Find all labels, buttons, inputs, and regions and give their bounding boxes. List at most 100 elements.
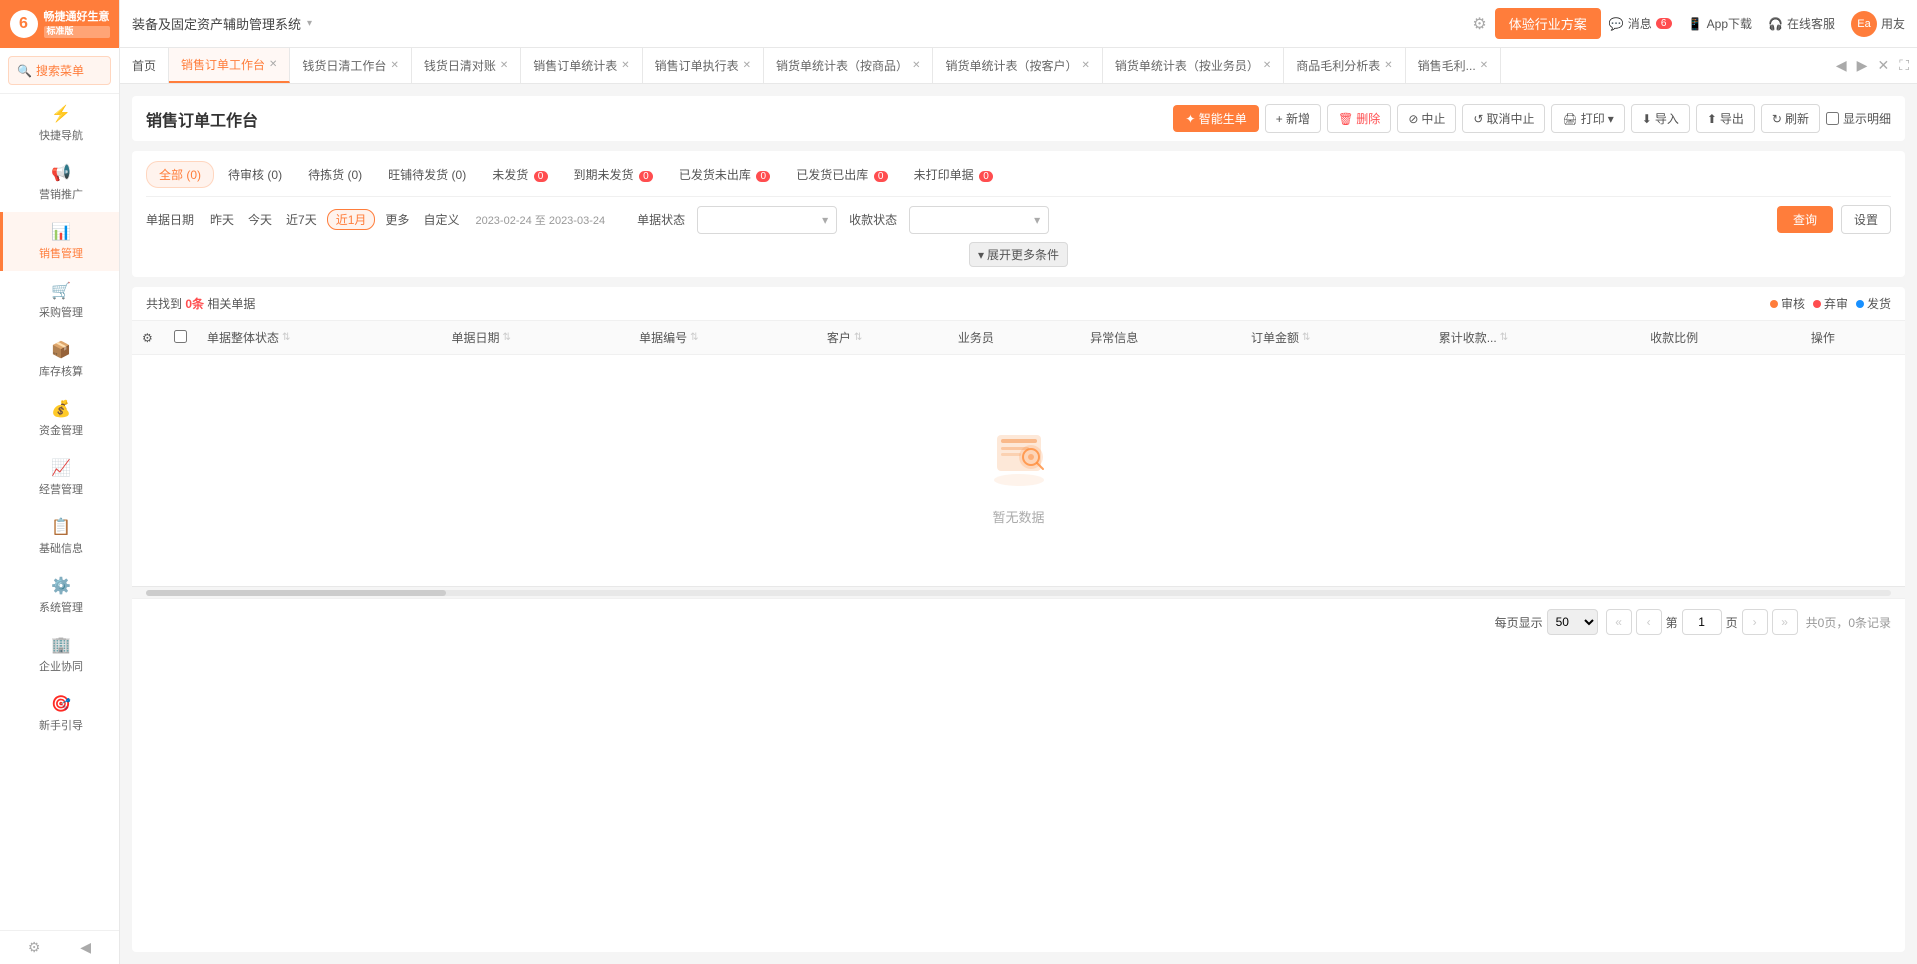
sidebar-item-purchase[interactable]: 🛒 采购管理 — [0, 271, 119, 330]
sidebar-item-operations[interactable]: 📈 经营管理 — [0, 448, 119, 507]
sub-tab-pending-review[interactable]: 待审核 (0) — [216, 162, 294, 187]
prev-page-button[interactable]: ‹ — [1636, 609, 1662, 635]
col-ratio: 收款比例 — [1640, 321, 1801, 355]
per-page-select[interactable]: 50 20 100 — [1547, 609, 1598, 635]
purchase-icon: 🛒 — [51, 281, 71, 301]
payment-select[interactable]: ▾ — [909, 206, 1049, 234]
tab-margin-analysis[interactable]: 商品毛利分析表 ✕ — [1284, 48, 1405, 83]
import-button[interactable]: ⬇ 导入 — [1631, 104, 1690, 133]
scroll-thumb[interactable] — [146, 590, 446, 596]
cancel-stop-button[interactable]: ↺ 取消中止 — [1462, 104, 1545, 133]
date-opt-today[interactable]: 今天 — [244, 209, 276, 230]
sidebar-item-base[interactable]: 📋 基础信息 — [0, 507, 119, 566]
tab-close-sales-stats[interactable]: ✕ — [621, 60, 629, 71]
ship-action-button[interactable]: 发货 — [1856, 295, 1891, 312]
tab-sales-stats[interactable]: 销售订单统计表 ✕ — [521, 48, 642, 83]
sidebar-item-sales[interactable]: 📊 销售管理 — [0, 212, 119, 271]
delete-button[interactable]: 🗑 删除 — [1327, 104, 1391, 133]
page-suffix: 页 — [1726, 614, 1738, 631]
tab-close-cash-daily[interactable]: ✕ — [390, 60, 398, 71]
sub-tab-not-shipped[interactable]: 未发货 0 — [480, 162, 559, 187]
sub-tab-wangpu[interactable]: 旺铺待发货 (0) — [376, 162, 478, 187]
tab-cash-daily[interactable]: 钱货日清工作台 ✕ — [290, 48, 411, 83]
tab-sales-stats-product[interactable]: 销货单统计表（按商品） ✕ — [764, 48, 933, 83]
tab-sales-more[interactable]: 销售毛利... ✕ — [1406, 48, 1501, 83]
sidebar-item-system[interactable]: ⚙️ 系统管理 — [0, 566, 119, 625]
show-detail-checkbox[interactable]: 显示明细 — [1826, 110, 1891, 127]
refresh-button[interactable]: ↻ 刷新 — [1761, 104, 1820, 133]
page-title: 销售订单工作台 — [146, 107, 258, 131]
add-button[interactable]: + 新增 — [1265, 104, 1321, 133]
query-button[interactable]: 查询 — [1777, 206, 1833, 233]
filter-settings-button[interactable]: 设置 — [1841, 205, 1891, 234]
tab-close-cash-reconcile[interactable]: ✕ — [500, 60, 508, 71]
anti-review-action-button[interactable]: 弃审 — [1813, 295, 1848, 312]
tab-scroll-left-icon[interactable]: ◀ — [1832, 55, 1851, 76]
ai-generate-button[interactable]: ✦ 智能生单 — [1173, 105, 1258, 132]
tab-sales-workbench[interactable]: 销售订单工作台 ✕ — [169, 48, 290, 83]
tab-close-all-icon[interactable]: ✕ — [1873, 55, 1893, 76]
data-table: ⚙ 单据整体状态 ⇅ 单据日期 ⇅ — [132, 321, 1905, 355]
tab-home[interactable]: 首页 — [120, 48, 169, 83]
tab-sales-stats-customer[interactable]: 销货单统计表（按客户） ✕ — [933, 48, 1102, 83]
date-opt-7days[interactable]: 近7天 — [282, 209, 321, 230]
select-all-checkbox[interactable] — [174, 330, 187, 343]
tab-sales-exec[interactable]: 销售订单执行表 ✕ — [643, 48, 764, 83]
expand-filter-button[interactable]: ▾ 展开更多条件 — [969, 242, 1068, 267]
search-menu-button[interactable]: 🔍 搜索菜单 — [8, 56, 111, 85]
status-filter-label: 单据状态 — [637, 211, 685, 228]
sidebar-item-inventory[interactable]: 📦 库存核算 — [0, 330, 119, 389]
next-page-button[interactable]: › — [1742, 609, 1768, 635]
sidebar-item-quick-nav[interactable]: ⚡ 快捷导航 — [0, 94, 119, 153]
sub-tab-expired[interactable]: 到期未发货 0 — [562, 162, 665, 187]
tab-close-sales-exec[interactable]: ✕ — [743, 60, 751, 71]
per-page-selector: 每页显示 50 20 100 — [1495, 609, 1598, 635]
tab-close-margin[interactable]: ✕ — [1384, 60, 1392, 71]
per-page-label: 每页显示 — [1495, 614, 1543, 631]
page-navigation: « ‹ 第 页 › » — [1606, 609, 1798, 635]
service-icon: 🎧 — [1768, 17, 1783, 31]
tab-close-sales-workbench[interactable]: ✕ — [269, 59, 277, 70]
print-button[interactable]: 🖨 打印 ▾ — [1551, 104, 1624, 133]
first-page-button[interactable]: « — [1606, 609, 1632, 635]
export-button[interactable]: ⬆ 导出 — [1696, 104, 1755, 133]
date-opt-1month[interactable]: 近1月 — [327, 209, 376, 230]
tab-sales-stats-staff[interactable]: 销货单统计表（按业务员） ✕ — [1103, 48, 1284, 83]
date-opt-more[interactable]: 更多 — [381, 209, 413, 230]
last-page-button[interactable]: » — [1772, 609, 1798, 635]
review-action-button[interactable]: 审核 — [1770, 295, 1805, 312]
sub-tab-shipped-not-out[interactable]: 已发货未出库 0 — [667, 162, 782, 187]
status-select[interactable]: ▾ — [697, 206, 837, 234]
horizontal-scrollbar[interactable] — [132, 586, 1905, 598]
sub-tab-shipped-out[interactable]: 已发货已出库 0 — [784, 162, 899, 187]
sub-tab-not-printed[interactable]: 未打印单据 0 — [902, 162, 1005, 187]
collapse-icon[interactable]: ◀ — [80, 939, 91, 956]
tab-close-staff[interactable]: ✕ — [1263, 60, 1271, 71]
topbar-gear-icon[interactable]: ⚙ — [1472, 14, 1486, 34]
message-button[interactable]: 💬 消息 6 — [1609, 15, 1672, 32]
sidebar-item-finance[interactable]: 💰 资金管理 — [0, 389, 119, 448]
tab-scroll-right-icon[interactable]: ▶ — [1853, 55, 1872, 76]
solution-button[interactable]: 体验行业方案 — [1495, 8, 1601, 39]
app-download-button[interactable]: 📱 App下载 — [1688, 15, 1752, 32]
user-menu[interactable]: Ea 用友 — [1851, 11, 1905, 37]
online-service-button[interactable]: 🎧 在线客服 — [1768, 15, 1835, 32]
sidebar-item-enterprise[interactable]: 🏢 企业协同 — [0, 625, 119, 684]
tab-close-more[interactable]: ✕ — [1480, 60, 1488, 71]
topbar-system: 装备及固定资产辅助管理系统 ▾ — [132, 14, 1464, 33]
sub-tab-all[interactable]: 全部 (0) — [146, 161, 214, 188]
tab-fullscreen-icon[interactable]: ⛶ — [1895, 55, 1913, 76]
date-opt-custom[interactable]: 自定义 — [419, 209, 463, 230]
date-opt-yesterday[interactable]: 昨天 — [206, 209, 238, 230]
stop-button[interactable]: ⊘ 中止 — [1397, 104, 1456, 133]
operations-icon: 📈 — [51, 458, 71, 478]
settings-icon[interactable]: ⚙ — [28, 939, 41, 956]
sidebar-item-guide[interactable]: 🎯 新手引导 — [0, 684, 119, 743]
page-number-input[interactable] — [1682, 609, 1722, 635]
tab-close-customer[interactable]: ✕ — [1081, 60, 1089, 71]
sidebar-item-marketing[interactable]: 📢 营销推广 — [0, 153, 119, 212]
tab-close-product[interactable]: ✕ — [912, 60, 920, 71]
tab-cash-reconcile[interactable]: 钱货日清对账 ✕ — [412, 48, 521, 83]
app-logo-text: 畅捷通好生意 标准版 — [44, 10, 110, 38]
sub-tab-pending-pickup[interactable]: 待拣货 (0) — [296, 162, 374, 187]
